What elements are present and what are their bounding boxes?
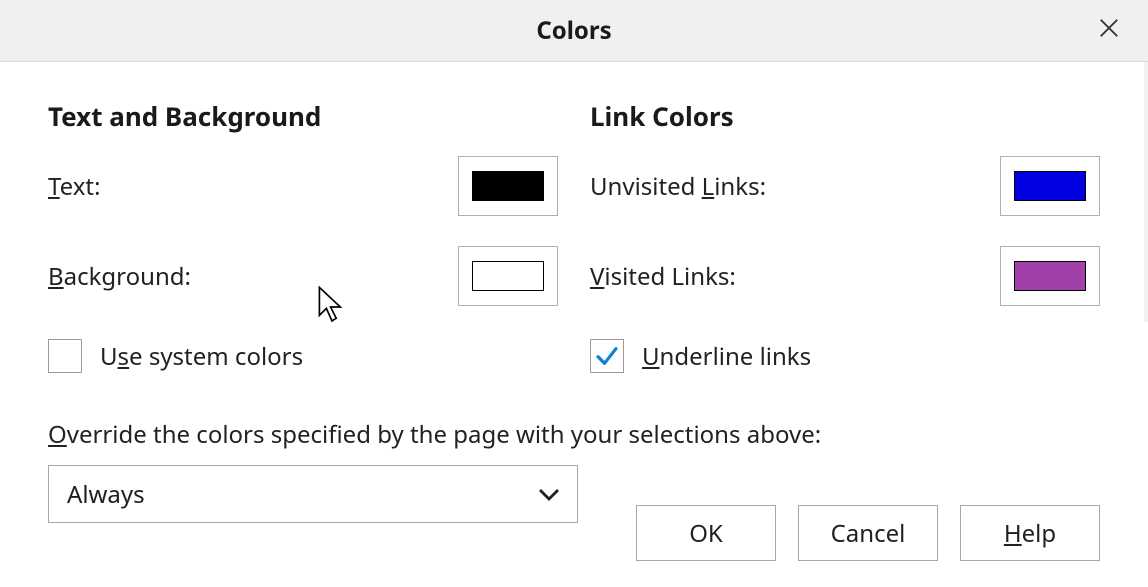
cancel-button-label: Cancel (831, 517, 906, 550)
ok-button-label: OK (689, 517, 723, 550)
use-system-colors-checkbox[interactable] (48, 339, 82, 373)
close-button[interactable] (1092, 14, 1126, 48)
background-color-picker[interactable] (458, 246, 558, 306)
section-heading-link-colors: Link Colors (590, 98, 1100, 134)
chevron-down-icon (539, 478, 559, 511)
dialog-title: Colors (536, 14, 611, 47)
unvisited-links-color-picker[interactable] (1000, 156, 1100, 216)
check-icon (594, 343, 620, 369)
unvisited-links-label: Unvisited Links: (590, 170, 766, 203)
ok-button[interactable]: OK (636, 505, 776, 561)
use-system-colors-label: Use system colors (100, 340, 303, 373)
background-color-swatch (472, 261, 544, 291)
override-label-rest: verride the colors specified by the page… (67, 418, 821, 451)
underline-links-label-rest: nderline links (660, 340, 812, 373)
underline-links-label: Underline links (642, 340, 811, 373)
use-system-colors-label-rest: e system colors (129, 340, 303, 373)
underline-links-checkbox[interactable] (590, 339, 624, 373)
text-color-label: Text: (48, 170, 101, 203)
text-color-picker[interactable] (458, 156, 558, 216)
visited-links-swatch (1014, 261, 1086, 291)
override-label: Override the colors specified by the pag… (48, 418, 1100, 451)
section-heading-text-background: Text and Background (48, 98, 558, 134)
visited-links-label: Visited Links: (590, 260, 736, 293)
window-edge (1144, 62, 1148, 322)
background-color-label-rest: ackground: (64, 260, 191, 293)
cancel-button[interactable]: Cancel (798, 505, 938, 561)
override-select-value: Always (67, 478, 145, 511)
dialog-button-row: OK Cancel Help (636, 505, 1100, 561)
background-color-label: Background: (48, 260, 191, 293)
visited-links-label-rest: isited Links: (604, 260, 735, 293)
help-button-label-rest: elp (1022, 517, 1057, 550)
text-color-label-rest: ext: (60, 170, 101, 203)
title-bar: Colors (0, 0, 1148, 62)
unvisited-links-swatch (1014, 171, 1086, 201)
override-select[interactable]: Always (48, 465, 578, 523)
help-button[interactable]: Help (960, 505, 1100, 561)
close-icon (1098, 17, 1120, 44)
dialog-content: Text and Background Text: Background: Us… (0, 62, 1148, 523)
text-color-swatch (472, 171, 544, 201)
unvisited-links-label-rest: inks: (714, 170, 766, 203)
visited-links-color-picker[interactable] (1000, 246, 1100, 306)
